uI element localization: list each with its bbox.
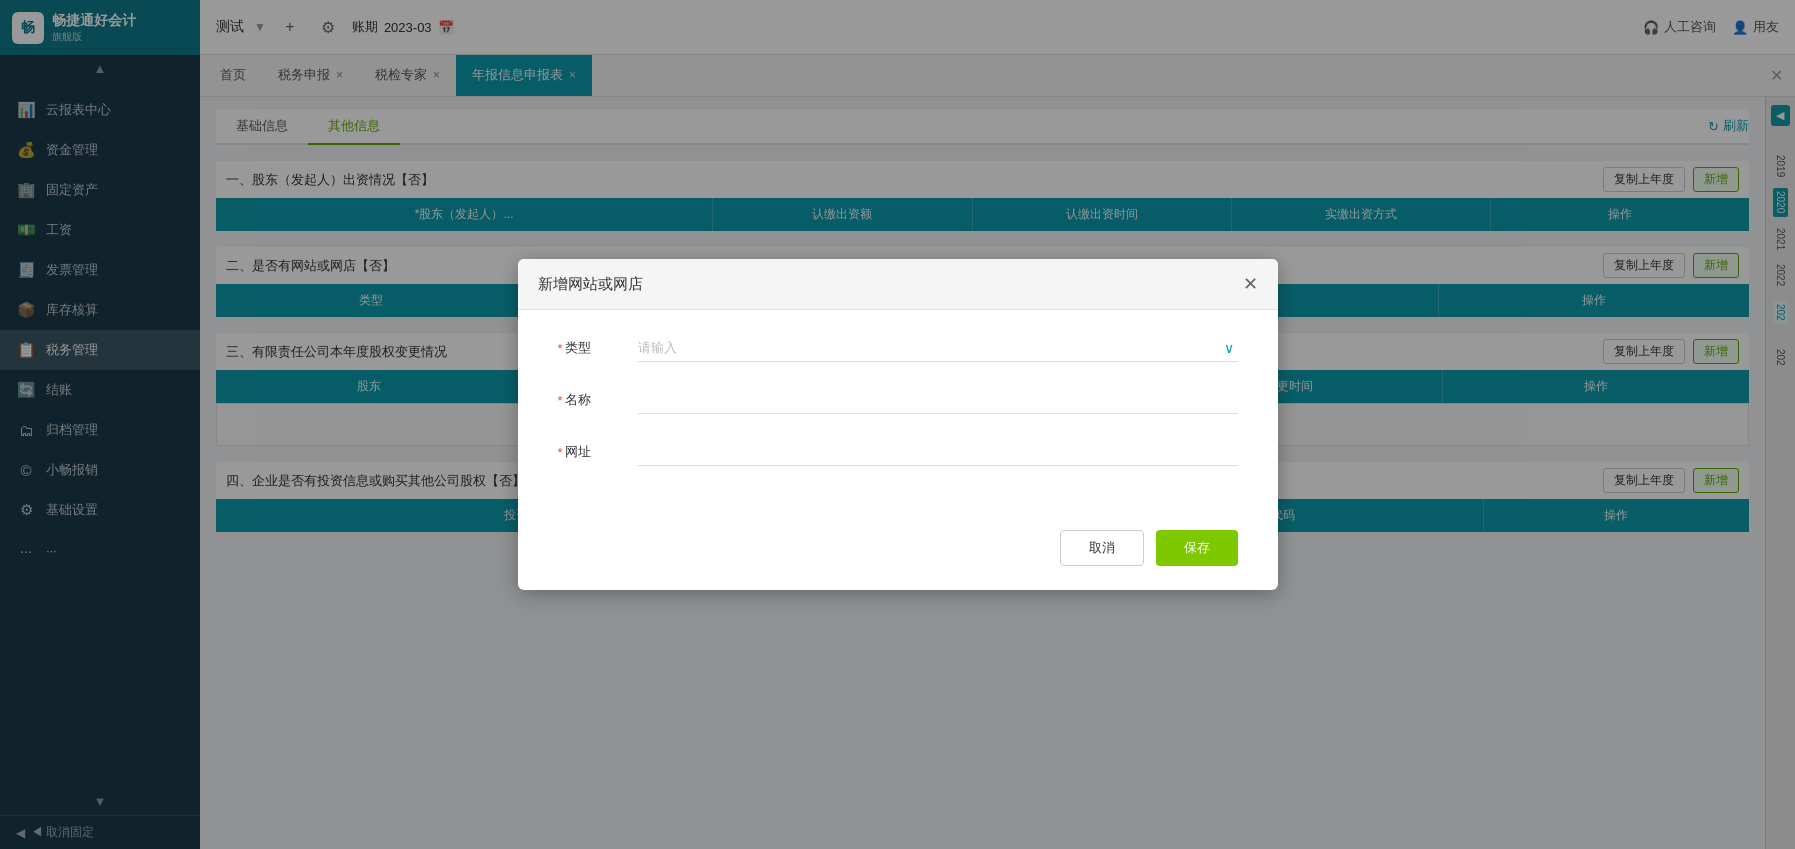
form-row-url: * 网址 [558, 438, 1238, 466]
form-row-type: * 类型 ∨ [558, 334, 1238, 362]
type-field: ∨ [638, 334, 1238, 362]
dialog-close-button[interactable]: ✕ [1243, 273, 1258, 295]
url-input[interactable] [638, 438, 1238, 466]
type-input[interactable] [638, 334, 1238, 362]
dialog-body: * 类型 ∨ * 名称 [518, 310, 1278, 514]
dialog-title: 新增网站或网店 [538, 275, 643, 294]
cancel-button[interactable]: 取消 [1060, 530, 1144, 566]
url-field [638, 438, 1238, 466]
form-row-name: * 名称 [558, 386, 1238, 414]
dialog-overlay: 新增网站或网店 ✕ * 类型 ∨ * 名称 [0, 0, 1795, 849]
type-label: * 类型 [558, 339, 618, 357]
required-marker: * [558, 445, 563, 460]
name-label: * 名称 [558, 391, 618, 409]
url-label: * 网址 [558, 443, 618, 461]
required-marker: * [558, 393, 563, 408]
dialog-header: 新增网站或网店 ✕ [518, 259, 1278, 310]
dialog-footer: 取消 保存 [518, 514, 1278, 590]
name-field [638, 386, 1238, 414]
name-input[interactable] [638, 386, 1238, 414]
required-marker: * [558, 341, 563, 356]
save-button[interactable]: 保存 [1156, 530, 1238, 566]
add-website-dialog: 新增网站或网店 ✕ * 类型 ∨ * 名称 [518, 259, 1278, 590]
